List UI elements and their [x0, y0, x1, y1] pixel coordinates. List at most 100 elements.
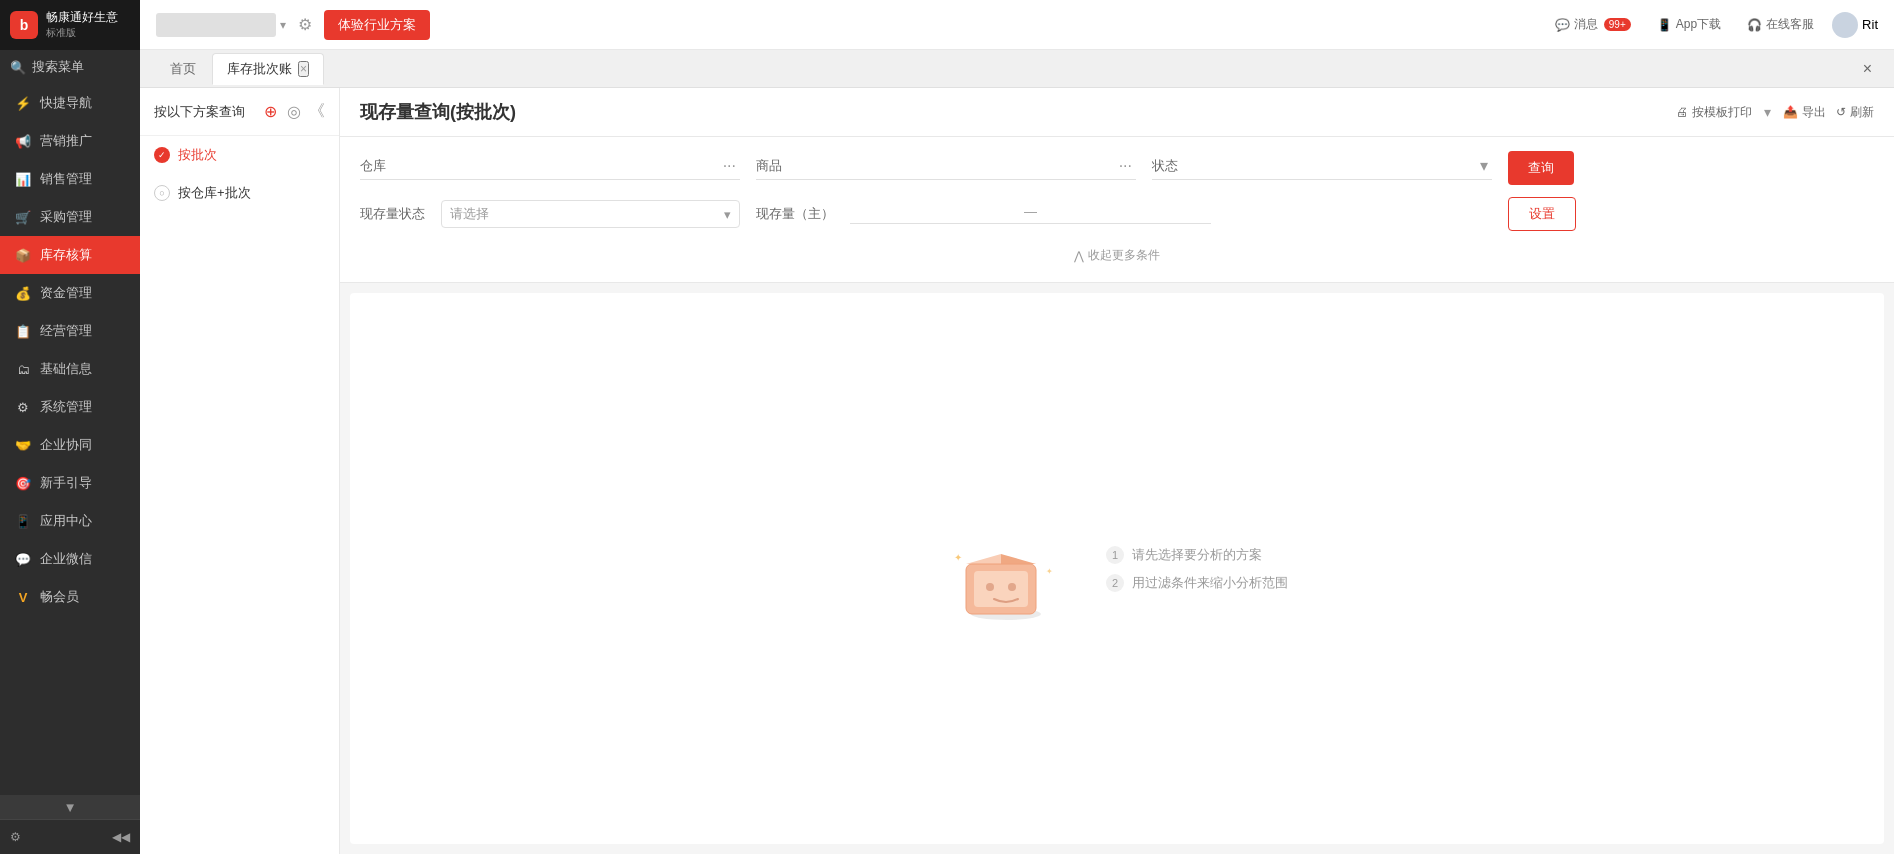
tabbar-actions: ×	[1857, 56, 1878, 82]
sidebar-item-finance[interactable]: 💰 资金管理	[0, 274, 140, 312]
export-btn[interactable]: 📤 导出	[1783, 104, 1826, 121]
stock-status-label: 现存量状态	[360, 205, 425, 223]
product-input[interactable]	[790, 158, 1115, 173]
add-scheme-btn[interactable]: ⊕	[262, 100, 279, 123]
stock-main-to-input[interactable]	[1043, 204, 1211, 219]
scheme-settings-btn[interactable]: ◎	[285, 100, 303, 123]
sales-icon: 📊	[14, 170, 32, 188]
refresh-label: 刷新	[1850, 104, 1874, 121]
sidebar-item-label: 经营管理	[40, 322, 92, 340]
sidebar-nav: ⚡ 快捷导航 📢 营销推广 📊 销售管理 🛒 采购管理 📦 库存核算 💰 资金管…	[0, 84, 140, 795]
app-subtitle: 标准版	[46, 26, 118, 40]
svg-point-7	[1008, 583, 1016, 591]
print-chevron-btn[interactable]: ▾	[1762, 102, 1773, 122]
warehouse-filter: 仓库 ···	[360, 157, 740, 180]
online-service-btn[interactable]: 🎧 在线客服	[1739, 12, 1822, 37]
product-filter: 商品 ···	[756, 157, 1136, 180]
sidebar-item-label: 系统管理	[40, 398, 92, 416]
scheme-active-icon: ✓	[154, 147, 170, 163]
sidebar-item-purchase[interactable]: 🛒 采购管理	[0, 198, 140, 236]
tab-home[interactable]: 首页	[156, 54, 210, 84]
sidebar-item-wechat[interactable]: 💬 企业微信	[0, 540, 140, 578]
tab-batch-account[interactable]: 库存批次账 ×	[212, 53, 324, 85]
search-icon: 🔍	[10, 60, 26, 75]
stock-status-chevron: ▾	[724, 207, 731, 222]
warehouse-more-btn[interactable]: ···	[719, 157, 740, 175]
sidebar-scroll-down-btn[interactable]: ▼	[0, 795, 140, 819]
sidebar-item-sales[interactable]: 📊 销售管理	[0, 160, 140, 198]
right-panel: 现存量查询(按批次) 🖨 按模板打印 ▾ 📤 导出 ↺ 刷新	[340, 88, 1894, 854]
finance-icon: 💰	[14, 284, 32, 302]
sidebar-footer: ⚙ ◀◀	[0, 819, 140, 854]
basic-icon: 🗂	[14, 360, 32, 378]
status-input[interactable]	[1186, 158, 1476, 173]
wechat-icon: 💬	[14, 550, 32, 568]
status-label: 状态	[1152, 157, 1178, 175]
sidebar-item-vip[interactable]: V 畅会员	[0, 578, 140, 616]
user-menu[interactable]: Rit	[1832, 12, 1878, 38]
operations-icon: 📋	[14, 322, 32, 340]
marketing-icon: 📢	[14, 132, 32, 150]
app-download-label: App下载	[1676, 16, 1721, 33]
export-label: 导出	[1802, 104, 1826, 121]
stock-main-input-group: —	[850, 204, 1211, 224]
sidebar-item-guide[interactable]: 🎯 新手引导	[0, 464, 140, 502]
breadcrumb-bg	[156, 13, 276, 37]
product-more-btn[interactable]: ···	[1115, 157, 1136, 175]
refresh-btn[interactable]: ↺ 刷新	[1836, 104, 1874, 121]
left-panel-collapse-btn[interactable]: 《	[309, 100, 325, 123]
filter-settings-button[interactable]: 设置	[1508, 197, 1576, 231]
app-icon: 📱	[1657, 18, 1672, 32]
sidebar-item-label: 企业微信	[40, 550, 92, 568]
avatar	[1832, 12, 1858, 38]
stock-main-from-input[interactable]	[850, 204, 1018, 219]
tab-close-btn[interactable]: ×	[298, 61, 309, 77]
trial-industry-btn[interactable]: 体验行业方案	[324, 10, 430, 40]
scheme-item-by-batch[interactable]: ✓ 按批次	[140, 136, 339, 174]
tab-panel-close-btn[interactable]: ×	[1857, 56, 1878, 82]
sidebar-item-quick-nav[interactable]: ⚡ 快捷导航	[0, 84, 140, 122]
print-template-btn[interactable]: 🖨 按模板打印	[1676, 104, 1752, 121]
quick-nav-icon: ⚡	[14, 94, 32, 112]
warehouse-input[interactable]	[394, 158, 719, 173]
chevron-up-icon: ⋀	[1074, 249, 1084, 263]
empty-state: ✦ ✦ 1 请先选择要分析的方案 2 用过滤条件来缩小分析范围	[350, 293, 1884, 844]
sidebar-item-operations[interactable]: 📋 经营管理	[0, 312, 140, 350]
tabbar: 首页 库存批次账 × ×	[140, 50, 1894, 88]
sidebar-item-label: 畅会员	[40, 588, 79, 606]
system-icon: ⚙	[14, 398, 32, 416]
svg-marker-3	[1001, 554, 1036, 564]
sidebar-item-system[interactable]: ⚙ 系统管理	[0, 388, 140, 426]
messages-btn[interactable]: 💬 消息 99+	[1547, 12, 1639, 37]
left-panel: 按以下方案查询 ⊕ ◎ 《 ✓ 按批次 ○ 按仓库+批次	[140, 88, 340, 854]
stock-status-select[interactable]: 请选择 ▾	[441, 200, 740, 228]
svg-point-6	[986, 583, 994, 591]
sidebar-item-inventory[interactable]: 📦 库存核算	[0, 236, 140, 274]
sidebar-item-marketing[interactable]: 📢 营销推广	[0, 122, 140, 160]
sidebar-item-label: 库存核算	[40, 246, 92, 264]
scheme-item-by-warehouse-batch[interactable]: ○ 按仓库+批次	[140, 174, 339, 212]
sidebar-item-apps[interactable]: 📱 应用中心	[0, 502, 140, 540]
sidebar-search-label: 搜索菜单	[32, 58, 84, 76]
sidebar-item-enterprise[interactable]: 🤝 企业协同	[0, 426, 140, 464]
message-icon: 💬	[1555, 18, 1570, 32]
sidebar-search[interactable]: 🔍 搜索菜单	[0, 50, 140, 84]
sidebar-item-basic[interactable]: 🗂 基础信息	[0, 350, 140, 388]
inventory-icon: 📦	[14, 246, 32, 264]
query-button[interactable]: 查询	[1508, 151, 1574, 185]
apps-icon: 📱	[14, 512, 32, 530]
guide-icon: 🎯	[14, 474, 32, 492]
empty-hint-1: 1 请先选择要分析的方案	[1106, 546, 1288, 564]
headset-icon: 🎧	[1747, 18, 1762, 32]
product-label: 商品	[756, 157, 782, 175]
collapse-more-conditions[interactable]: ⋀ 收起更多条件	[360, 243, 1874, 268]
breadcrumb: ▾	[156, 13, 286, 37]
sidebar-settings-btn[interactable]: ⚙	[10, 830, 21, 844]
app-download-btn[interactable]: 📱 App下载	[1649, 12, 1729, 37]
warehouse-label: 仓库	[360, 157, 386, 175]
print-icon: 🖨	[1676, 105, 1688, 119]
settings-topbar-btn[interactable]: ⚙	[296, 13, 314, 36]
settings-icon: ⚙	[10, 830, 21, 844]
status-chevron[interactable]: ▾	[1476, 156, 1492, 175]
sidebar-collapse-btn[interactable]: ◀◀	[112, 830, 130, 844]
